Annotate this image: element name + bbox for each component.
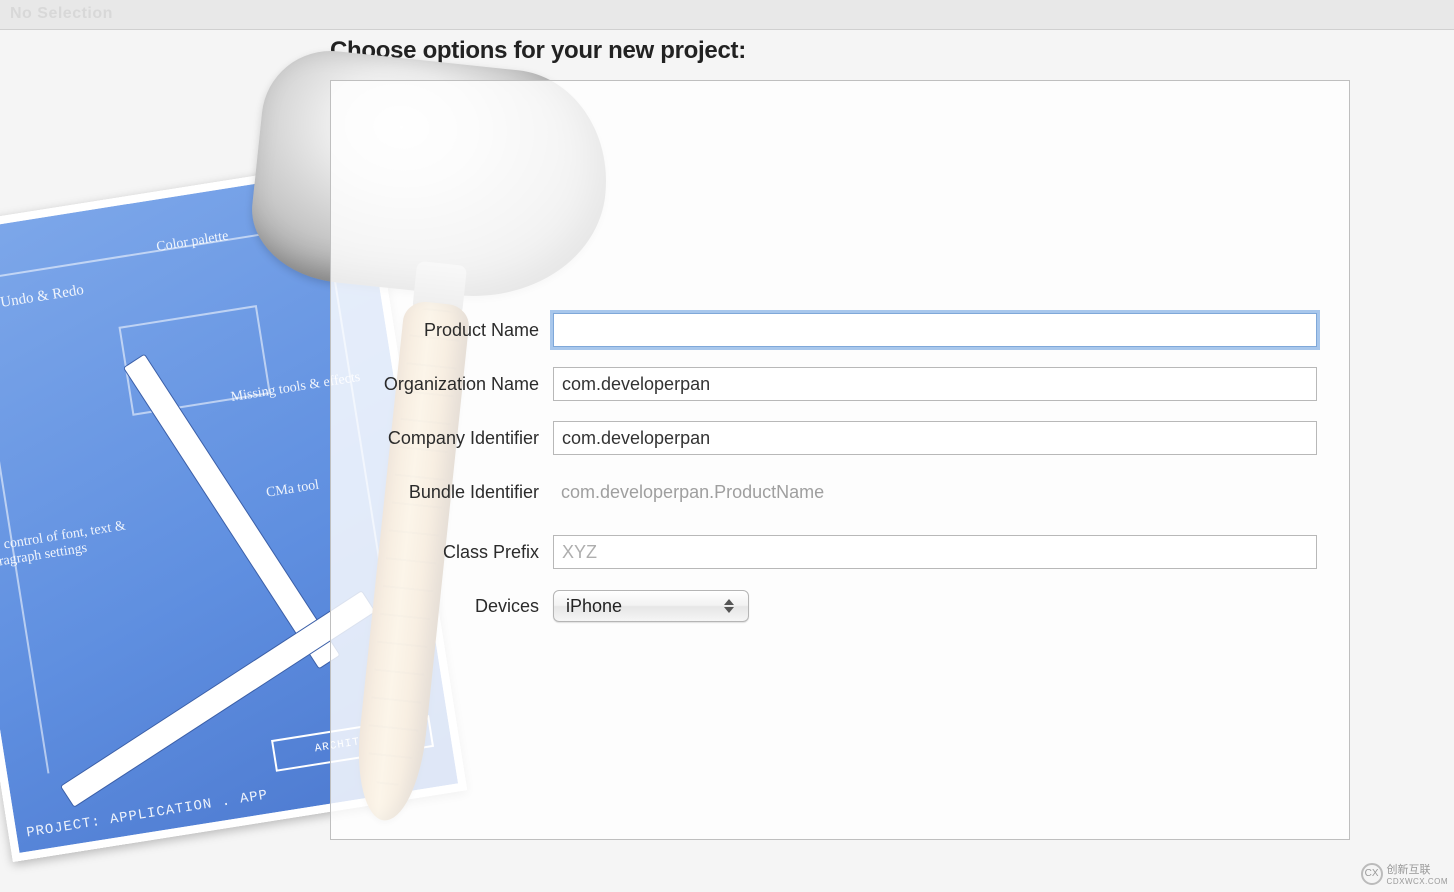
- class-prefix-label: Class Prefix: [349, 542, 553, 563]
- header-bar: [0, 0, 1454, 30]
- watermark-logo-icon: CX: [1361, 863, 1383, 885]
- bp-project-label: PROJECT:: [25, 814, 102, 842]
- watermark-brand: 创新互联: [1387, 861, 1448, 877]
- organization-name-input[interactable]: [553, 367, 1317, 401]
- options-panel: Product Name Organization Name Company I…: [330, 80, 1350, 840]
- company-identifier-label: Company Identifier: [349, 428, 553, 449]
- organization-name-label: Organization Name: [349, 374, 553, 395]
- bundle-identifier-value: com.developerpan.ProductName: [553, 482, 1317, 503]
- form: Product Name Organization Name Company I…: [349, 303, 1317, 633]
- product-name-label: Product Name: [349, 320, 553, 341]
- watermark-sub: CDXWCX.COM: [1387, 877, 1448, 886]
- no-selection-label: No Selection: [10, 5, 113, 23]
- watermark: CX 创新互联 CDXWCX.COM: [1361, 861, 1448, 886]
- bp-project-value: APPLICATION . APP: [109, 787, 269, 828]
- company-identifier-input[interactable]: [553, 421, 1317, 455]
- bp-note-undo: Limited Undo & Redo: [0, 282, 85, 320]
- devices-value: iPhone: [566, 596, 622, 617]
- class-prefix-input[interactable]: [553, 535, 1317, 569]
- devices-label: Devices: [349, 596, 553, 617]
- select-stepper-icon: [724, 594, 742, 618]
- bundle-identifier-label: Bundle Identifier: [349, 482, 553, 503]
- bp-note-control: No control of font, text & paragraph set…: [0, 517, 135, 572]
- devices-select[interactable]: iPhone: [553, 590, 749, 622]
- product-name-input[interactable]: [553, 313, 1317, 347]
